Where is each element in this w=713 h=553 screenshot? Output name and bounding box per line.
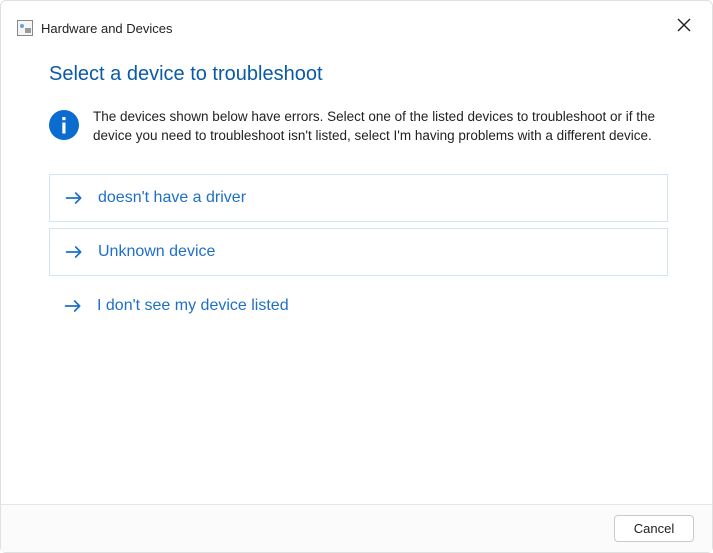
option-label: I don't see my device listed bbox=[97, 297, 289, 315]
option-label: doesn't have a driver bbox=[98, 189, 246, 207]
titlebar-left: Hardware and Devices bbox=[17, 20, 173, 36]
info-icon bbox=[49, 110, 79, 140]
arrow-right-icon bbox=[64, 188, 84, 208]
titlebar: Hardware and Devices bbox=[1, 1, 712, 51]
cancel-button[interactable]: Cancel bbox=[614, 515, 694, 542]
window-title: Hardware and Devices bbox=[41, 21, 173, 36]
option-list: doesn't have a driver Unknown device I d… bbox=[49, 174, 668, 326]
close-button[interactable] bbox=[668, 9, 700, 41]
info-row: The devices shown below have errors. Sel… bbox=[49, 108, 668, 146]
option-label: Unknown device bbox=[98, 243, 215, 261]
arrow-right-icon bbox=[63, 296, 83, 316]
device-option-no-driver[interactable]: doesn't have a driver bbox=[49, 174, 668, 222]
close-icon bbox=[677, 18, 691, 32]
device-option-unknown[interactable]: Unknown device bbox=[49, 228, 668, 276]
info-text: The devices shown below have errors. Sel… bbox=[93, 108, 668, 146]
footer: Cancel bbox=[1, 504, 712, 552]
page-heading: Select a device to troubleshoot bbox=[49, 63, 668, 86]
arrow-right-icon bbox=[64, 242, 84, 262]
content-area: Select a device to troubleshoot The devi… bbox=[1, 51, 712, 346]
troubleshooter-icon bbox=[17, 20, 33, 36]
device-option-not-listed[interactable]: I don't see my device listed bbox=[49, 286, 668, 326]
